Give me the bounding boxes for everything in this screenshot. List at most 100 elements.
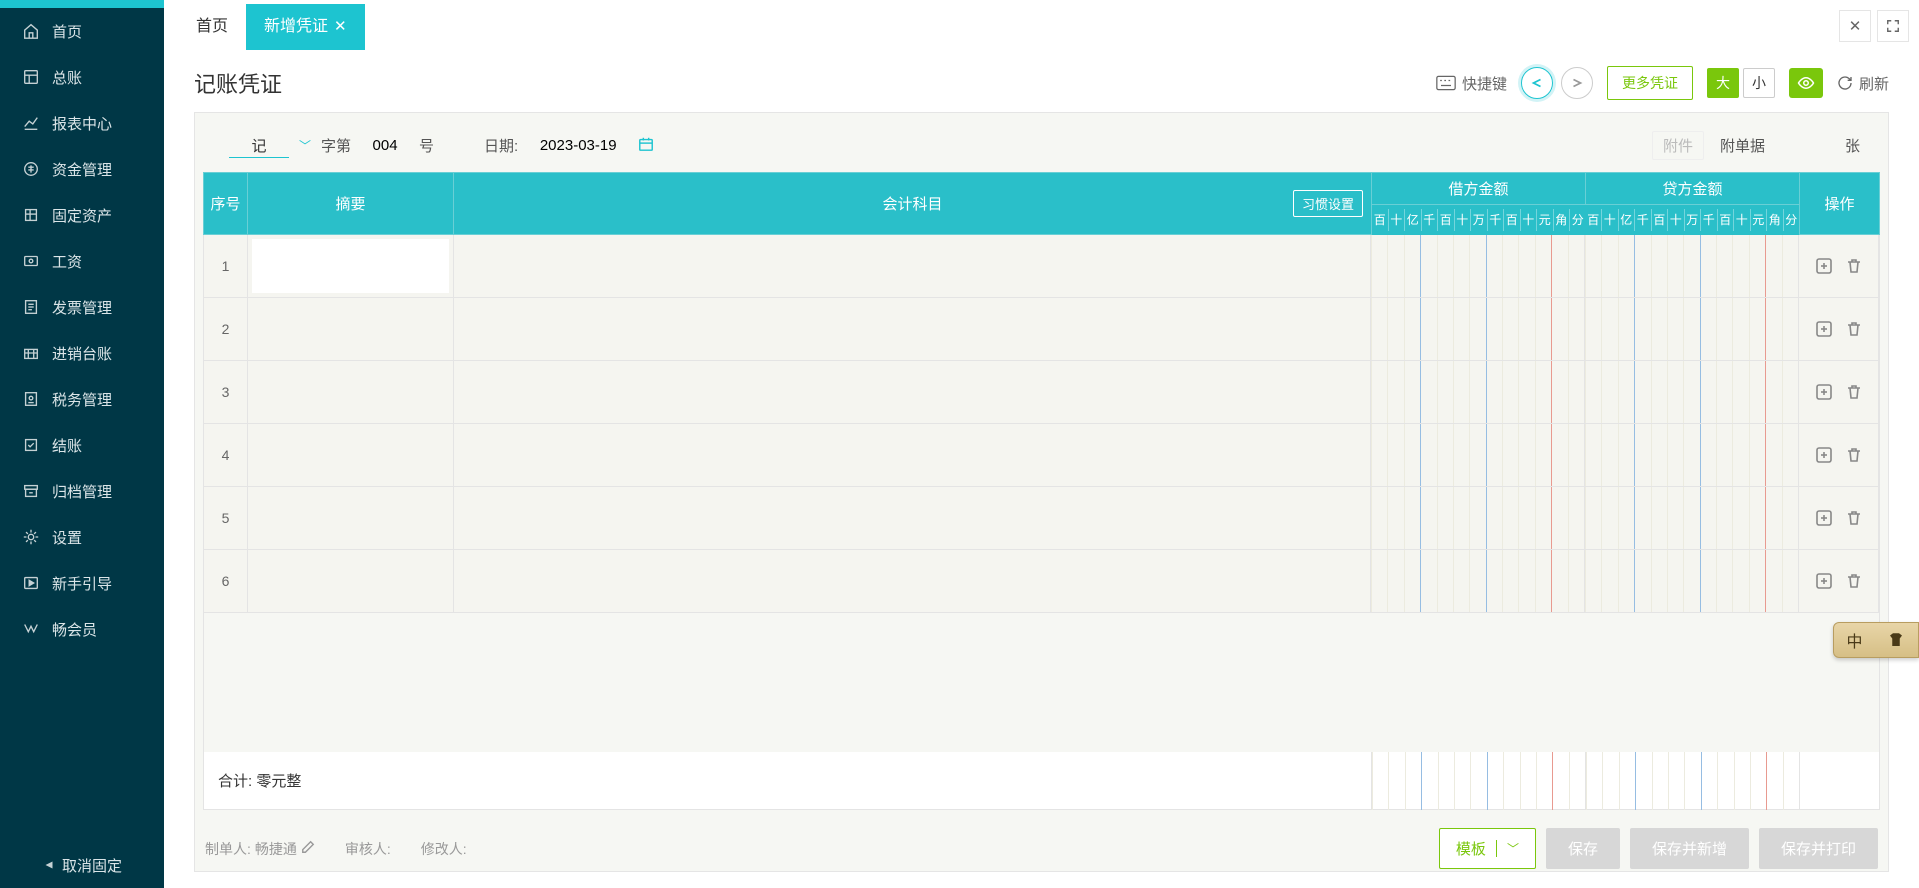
abstract-cell[interactable] (248, 487, 454, 549)
voucher-date-input[interactable] (528, 137, 628, 154)
prev-voucher-button[interactable] (1521, 67, 1553, 99)
sidebar-item-13[interactable]: 畅会员 (0, 606, 164, 652)
account-cell[interactable] (454, 550, 1371, 612)
voucher-rows-scroll[interactable]: 123456 (203, 235, 1880, 752)
fullscreen-button[interactable] (1877, 10, 1909, 42)
account-cell[interactable] (454, 298, 1371, 360)
add-row-icon[interactable] (1815, 257, 1833, 275)
delete-row-icon[interactable] (1845, 383, 1863, 401)
chevron-down-icon[interactable]: ﹀ (1496, 840, 1519, 857)
sidebar-item-7[interactable]: 进销台账 (0, 330, 164, 376)
sidebar-unpin-label: 取消固定 (62, 855, 122, 876)
sidebar-item-2[interactable]: 报表中心 (0, 100, 164, 146)
next-voucher-button[interactable] (1561, 67, 1593, 99)
sidebar-item-0[interactable]: 首页 (0, 8, 164, 54)
number-suffix-label: 号 (419, 135, 434, 156)
template-button[interactable]: 模板 ﹀ (1439, 828, 1536, 869)
debit-amount-cell[interactable] (1371, 424, 1585, 486)
sidebar-item-1[interactable]: 总账 (0, 54, 164, 100)
maker-value: 畅捷通 (255, 839, 297, 859)
account-cell[interactable] (454, 424, 1371, 486)
refresh-button[interactable]: 刷新 (1837, 73, 1889, 94)
sidebar-item-label: 结账 (52, 435, 82, 456)
abstract-cell[interactable] (248, 235, 454, 297)
debit-amount-cell[interactable] (1371, 487, 1585, 549)
th-debit: 借方金额 (1372, 173, 1586, 205)
table-row: 3 (204, 361, 1879, 424)
debit-amount-cell[interactable] (1371, 235, 1585, 297)
size-large-button[interactable]: 大 (1707, 68, 1739, 98)
preview-button[interactable] (1789, 68, 1823, 98)
shortcut-button[interactable]: 快捷键 (1436, 73, 1507, 94)
chevron-down-icon[interactable]: ﹀ (299, 137, 311, 154)
sidebar-item-12[interactable]: 新手引导 (0, 560, 164, 606)
amount-unit-label: 千 (1634, 209, 1651, 231)
attachment-button[interactable]: 附件 (1652, 131, 1704, 160)
save-button[interactable]: 保存 (1546, 828, 1620, 869)
abstract-cell[interactable] (248, 550, 454, 612)
sidebar-unpin[interactable]: 取消固定 (0, 842, 164, 888)
row-ops (1799, 550, 1879, 612)
debit-amount-cell[interactable] (1371, 361, 1585, 423)
credit-amount-cell[interactable] (1585, 235, 1799, 297)
sidebar-item-6[interactable]: 发票管理 (0, 284, 164, 330)
row-ops (1799, 235, 1879, 297)
sidebar-item-11[interactable]: 设置 (0, 514, 164, 560)
credit-amount-cell[interactable] (1585, 298, 1799, 360)
delete-row-icon[interactable] (1845, 446, 1863, 464)
voucher-number-input[interactable] (361, 137, 409, 155)
sidebar-item-5[interactable]: 工资 (0, 238, 164, 284)
add-row-icon[interactable] (1815, 446, 1833, 464)
account-cell[interactable] (454, 235, 1371, 297)
debit-amount-cell[interactable] (1371, 550, 1585, 612)
tab-home[interactable]: 首页 (178, 4, 246, 50)
sidebar-item-label: 税务管理 (52, 389, 112, 410)
attach-count-input[interactable] (1781, 138, 1829, 154)
delete-row-icon[interactable] (1845, 257, 1863, 275)
delete-row-icon[interactable] (1845, 509, 1863, 527)
habit-settings-button[interactable]: 习惯设置 (1293, 190, 1363, 217)
th-account-label: 会计科目 (882, 193, 942, 214)
delete-row-icon[interactable] (1845, 320, 1863, 338)
edit-maker-icon[interactable] (301, 840, 315, 857)
abstract-cell[interactable] (248, 424, 454, 486)
refresh-label: 刷新 (1859, 73, 1889, 94)
delete-row-icon[interactable] (1845, 572, 1863, 590)
sidebar-item-9[interactable]: 结账 (0, 422, 164, 468)
more-vouchers-button[interactable]: 更多凭证 (1607, 66, 1693, 100)
ime-floating-bar[interactable]: 中 (1833, 622, 1919, 658)
add-row-icon[interactable] (1815, 383, 1833, 401)
account-cell[interactable] (454, 361, 1371, 423)
sidebar-item-3[interactable]: 资金管理 (0, 146, 164, 192)
invoice-icon (22, 298, 40, 316)
window-close-button[interactable]: ✕ (1839, 10, 1871, 42)
page-title: 记账凭证 (194, 67, 282, 99)
save-and-new-button[interactable]: 保存并新增 (1630, 828, 1749, 869)
add-row-icon[interactable] (1815, 509, 1833, 527)
amount-unit-label: 百 (1651, 209, 1668, 231)
credit-amount-cell[interactable] (1585, 487, 1799, 549)
tab-home-label: 首页 (196, 18, 228, 35)
size-small-button[interactable]: 小 (1743, 68, 1775, 98)
save-and-print-button[interactable]: 保存并打印 (1759, 828, 1878, 869)
amount-unit-label: 角 (1553, 209, 1570, 231)
sidebar-item-10[interactable]: 归档管理 (0, 468, 164, 514)
add-row-icon[interactable] (1815, 320, 1833, 338)
tab-new-voucher[interactable]: 新增凭证 ✕ (246, 4, 365, 50)
sidebar-item-4[interactable]: 固定资产 (0, 192, 164, 238)
add-row-icon[interactable] (1815, 572, 1833, 590)
abstract-cell[interactable] (248, 298, 454, 360)
close-icon[interactable]: ✕ (334, 4, 347, 50)
abstract-input[interactable] (252, 239, 449, 293)
credit-amount-cell[interactable] (1585, 361, 1799, 423)
credit-amount-cell[interactable] (1585, 550, 1799, 612)
debit-amount-cell[interactable] (1371, 298, 1585, 360)
calendar-icon[interactable] (638, 136, 654, 156)
voucher-type-input[interactable] (229, 134, 289, 158)
account-cell[interactable] (454, 487, 1371, 549)
abstract-cell[interactable] (248, 361, 454, 423)
close-icon (22, 436, 40, 454)
credit-amount-cell[interactable] (1585, 424, 1799, 486)
sidebar-item-8[interactable]: 税务管理 (0, 376, 164, 422)
amount-unit-label: 百 (1586, 209, 1602, 231)
